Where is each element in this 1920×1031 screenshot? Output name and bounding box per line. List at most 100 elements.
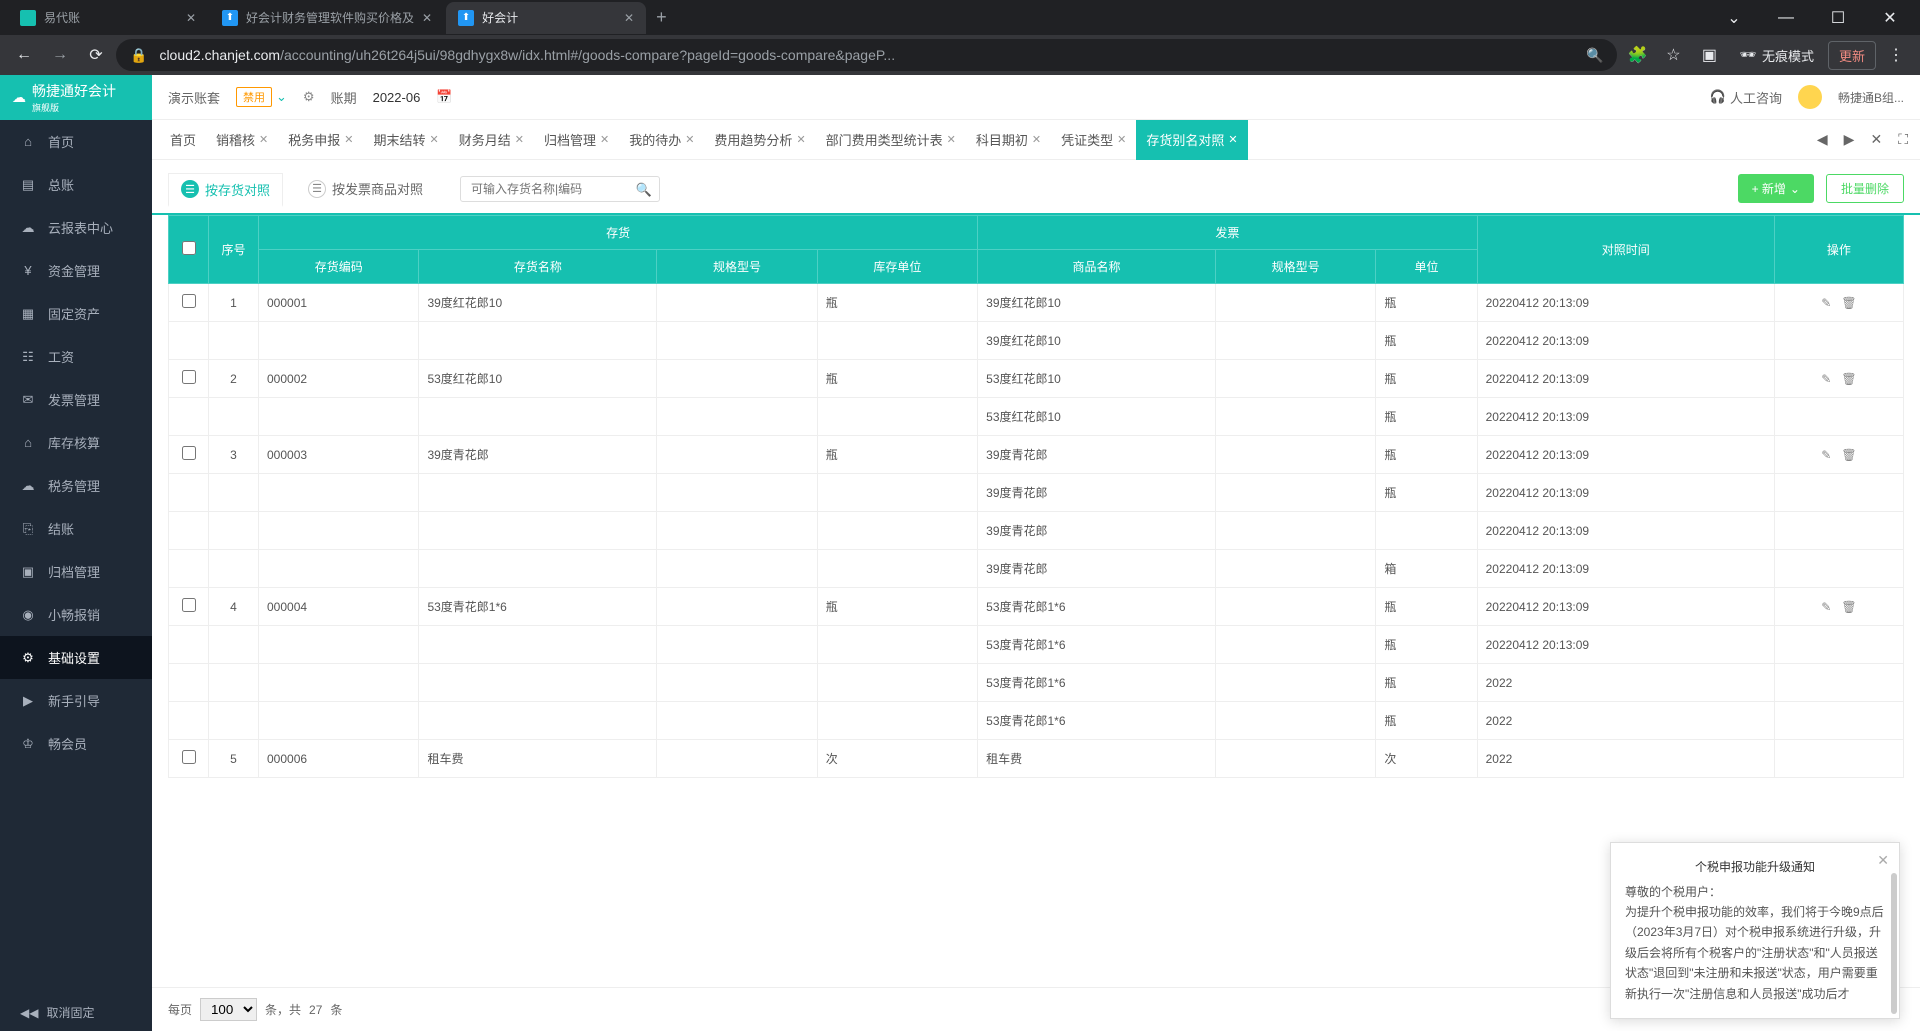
row-checkbox[interactable] <box>182 446 196 460</box>
browser-tab-0[interactable]: 易代账 ✕ <box>8 2 208 34</box>
sidebar-item[interactable]: ☷工资 <box>0 335 152 378</box>
reload-button[interactable]: ⟳ <box>80 39 112 71</box>
delete-icon[interactable]: 🗑 <box>1841 448 1856 462</box>
cell-code <box>259 512 419 550</box>
tabs-prev-button[interactable]: ◀ <box>1813 127 1832 152</box>
gear-icon[interactable]: ⚙ <box>303 89 315 105</box>
close-icon[interactable]: ✕ <box>1877 849 1889 873</box>
page-tab[interactable]: 税务申报✕ <box>278 120 363 160</box>
row-checkbox[interactable] <box>182 750 196 764</box>
page-tab[interactable]: 凭证类型✕ <box>1051 120 1136 160</box>
page-tab[interactable]: 销稽核✕ <box>206 120 278 160</box>
sidebar-item[interactable]: ▦固定资产 <box>0 292 152 335</box>
browser-tab-2[interactable]: ⬆ 好会计 ✕ <box>446 2 646 34</box>
close-icon[interactable]: ✕ <box>186 11 196 25</box>
support-label: 人工咨询 <box>1730 88 1782 107</box>
view-tab-stock[interactable]: ☰ 按存货对照 <box>168 173 283 207</box>
sidebar-item[interactable]: ◉小畅报销 <box>0 593 152 636</box>
tabs-next-button[interactable]: ▶ <box>1840 127 1859 152</box>
cell-sspec <box>657 588 817 626</box>
page-size-select[interactable]: 100 <box>200 998 257 1021</box>
page-tab[interactable]: 存货别名对照✕ <box>1136 120 1247 160</box>
minimize-button[interactable]: — <box>1764 3 1808 33</box>
page-tab[interactable]: 期末结转✕ <box>363 120 448 160</box>
page-tab[interactable]: 费用趋势分析✕ <box>704 120 815 160</box>
close-icon[interactable]: ✕ <box>430 133 439 146</box>
delete-icon[interactable]: 🗑 <box>1841 372 1856 386</box>
tabs-close-button[interactable]: ✕ <box>1866 127 1886 152</box>
page-tab[interactable]: 科目期初✕ <box>966 120 1051 160</box>
scrollbar[interactable] <box>1891 873 1897 1014</box>
cell-seq <box>209 626 259 664</box>
row-checkbox[interactable] <box>182 370 196 384</box>
sidebar-item[interactable]: ⚙基础设置 <box>0 636 152 679</box>
chevron-down-icon[interactable]: ⌄ <box>276 89 287 105</box>
sidebar-item[interactable]: ♔畅会员 <box>0 722 152 765</box>
edit-icon[interactable]: ✎ <box>1821 448 1831 462</box>
row-checkbox[interactable] <box>182 294 196 308</box>
sidebar-item[interactable]: ⌂库存核算 <box>0 421 152 464</box>
sidebar-item[interactable]: ▣归档管理 <box>0 550 152 593</box>
tabs-fullscreen-button[interactable]: ⛶ <box>1894 127 1912 152</box>
sidebar-item[interactable]: ⌂首页 <box>0 120 152 163</box>
edit-icon[interactable]: ✎ <box>1821 600 1831 614</box>
close-button[interactable]: ✕ <box>1868 3 1912 33</box>
close-icon[interactable]: ✕ <box>624 11 634 25</box>
close-icon[interactable]: ✕ <box>1228 133 1237 146</box>
delete-icon[interactable]: 🗑 <box>1841 296 1856 310</box>
edit-icon[interactable]: ✎ <box>1821 372 1831 386</box>
support-link[interactable]: 🎧 人工咨询 <box>1710 88 1782 107</box>
menu-icon[interactable]: ⋮ <box>1880 39 1912 71</box>
browser-tab-1[interactable]: ⬆ 好会计财务管理软件购买价格及 ✕ <box>210 2 444 34</box>
bookmark-icon[interactable]: ☆ <box>1657 39 1689 71</box>
search-input[interactable] <box>460 176 660 202</box>
search-icon[interactable]: 🔍 <box>636 182 652 198</box>
sidebar-item[interactable]: ▤总账 <box>0 163 152 206</box>
page-tab[interactable]: 部门费用类型统计表✕ <box>816 120 966 160</box>
batch-delete-button[interactable]: 批量删除 <box>1826 174 1904 203</box>
close-icon[interactable]: ✕ <box>1032 133 1041 146</box>
close-icon[interactable]: ✕ <box>600 133 609 146</box>
back-button[interactable]: ← <box>8 39 40 71</box>
page-tab[interactable]: 首页 <box>160 120 206 160</box>
add-button[interactable]: + 新增 ⌄ <box>1738 174 1814 203</box>
zoom-icon[interactable]: 🔍 <box>1586 47 1603 64</box>
cell-sname <box>419 512 657 550</box>
cell-sunit: 瓶 <box>817 284 977 322</box>
page-tab[interactable]: 我的待办✕ <box>619 120 704 160</box>
sidebar-item[interactable]: ☁税务管理 <box>0 464 152 507</box>
new-tab-button[interactable]: + <box>648 3 675 32</box>
avatar[interactable] <box>1798 85 1822 109</box>
close-icon[interactable]: ✕ <box>515 133 524 146</box>
sidebar-item[interactable]: ⎘结账 <box>0 507 152 550</box>
sidebar-item[interactable]: ☁云报表中心 <box>0 206 152 249</box>
delete-icon[interactable]: 🗑 <box>1841 600 1856 614</box>
update-button[interactable]: 更新 <box>1828 41 1876 70</box>
sidebar-item[interactable]: ¥资金管理 <box>0 249 152 292</box>
close-icon[interactable]: ✕ <box>344 133 353 146</box>
close-icon[interactable]: ✕ <box>259 133 268 146</box>
address-bar[interactable]: 🔒 cloud2.chanjet.com/accounting/uh26t264… <box>116 39 1617 71</box>
maximize-button[interactable]: ☐ <box>1816 3 1860 33</box>
close-icon[interactable]: ✕ <box>1117 133 1126 146</box>
unpin-button[interactable]: ◀◀ 取消固定 <box>0 994 152 1031</box>
forward-button[interactable]: → <box>44 39 76 71</box>
close-icon[interactable]: ✕ <box>796 133 805 146</box>
extensions-icon[interactable]: 🧩 <box>1621 39 1653 71</box>
page-tab[interactable]: 归档管理✕ <box>534 120 619 160</box>
chevron-down-icon[interactable]: ⌄ <box>1712 3 1756 33</box>
edit-icon[interactable]: ✎ <box>1821 296 1831 310</box>
select-all-checkbox[interactable] <box>182 241 196 255</box>
extension-block-icon[interactable]: ▣ <box>1693 39 1725 71</box>
sidebar-item[interactable]: ▶新手引导 <box>0 679 152 722</box>
page-tab[interactable]: 财务月结✕ <box>449 120 534 160</box>
close-icon[interactable]: ✕ <box>422 11 432 25</box>
sidebar-item-icon: ♔ <box>20 736 36 752</box>
close-icon[interactable]: ✕ <box>685 133 694 146</box>
sidebar-item[interactable]: ✉发票管理 <box>0 378 152 421</box>
cell-gunit: 次 <box>1376 740 1477 778</box>
row-checkbox[interactable] <box>182 598 196 612</box>
close-icon[interactable]: ✕ <box>947 133 956 146</box>
view-tab-invoice[interactable]: ☰ 按发票商品对照 <box>295 172 436 205</box>
calendar-icon[interactable]: 📅 <box>436 89 452 105</box>
